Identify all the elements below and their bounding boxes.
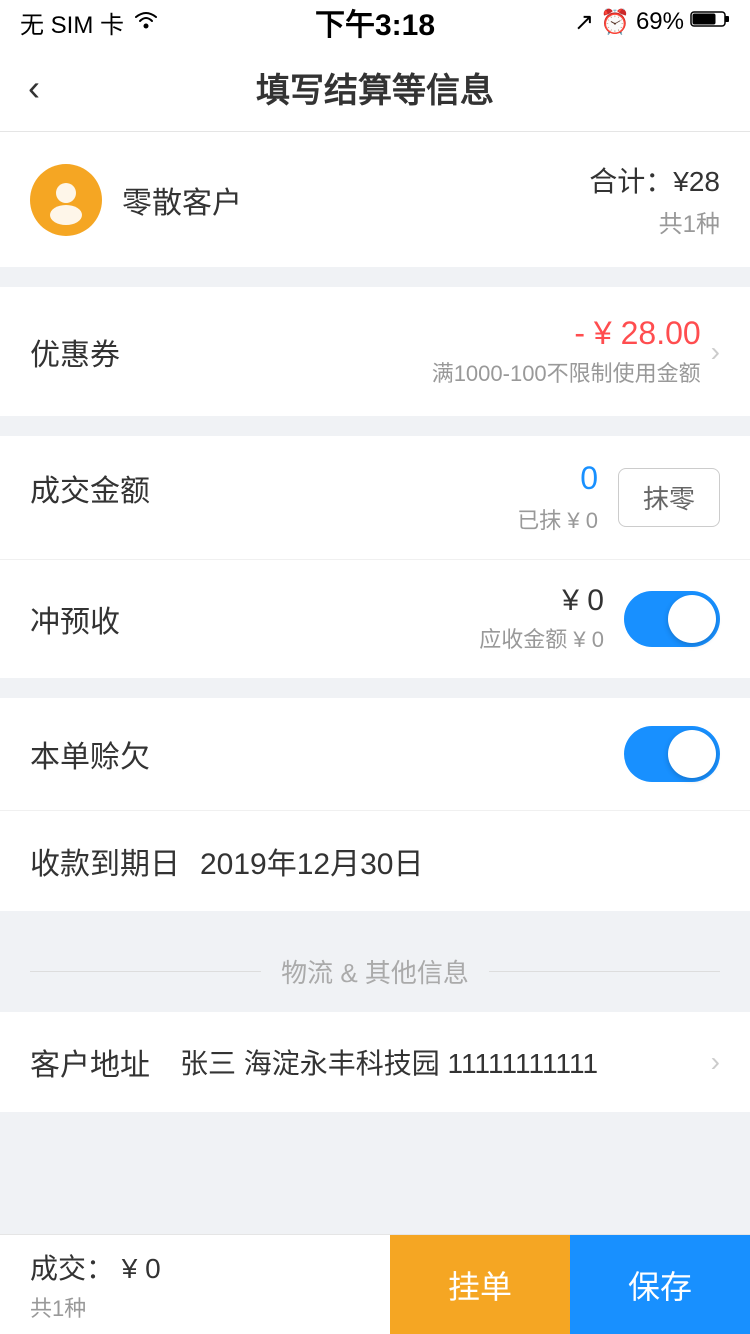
prepay-right: ¥ 0 应收金额 ¥ 0 bbox=[479, 584, 720, 654]
amount-right: 0 已抹 ¥ 0 抹零 bbox=[517, 460, 720, 535]
debit-toggle-knob bbox=[668, 730, 716, 778]
address-row[interactable]: 客户地址 张三 海淀永丰科技园 11111111111 › bbox=[0, 1012, 750, 1112]
coupon-row[interactable]: 优惠券 - ¥ 28.00 满1000-100不限制使用金额 › bbox=[0, 287, 750, 416]
toggle-knob bbox=[668, 595, 716, 643]
nav-title: 填写结算等信息 bbox=[256, 63, 494, 112]
amount-label: 成交金额 bbox=[30, 460, 150, 510]
back-button[interactable]: ‹ bbox=[28, 67, 40, 109]
due-date-label: 收款到期日 bbox=[30, 839, 180, 883]
divider-line-left bbox=[30, 971, 261, 972]
transaction-section: 成交金额 0 已抹 ¥ 0 抹零 冲预收 ¥ 0 应收金额 ¥ 0 bbox=[0, 436, 750, 678]
total-count: 共1种 bbox=[589, 204, 720, 239]
customer-card: 零散客户 合计：¥28 共1种 bbox=[0, 132, 750, 267]
prepay-sub: 应收金额 ¥ 0 bbox=[479, 622, 604, 654]
amount-row: 成交金额 0 已抹 ¥ 0 抹零 bbox=[0, 436, 750, 560]
wifi-icon bbox=[132, 8, 160, 36]
logistics-divider-text: 物流 & 其他信息 bbox=[281, 953, 469, 990]
coupon-label: 优惠券 bbox=[30, 330, 120, 374]
due-date-value: 2019年12月30日 bbox=[200, 839, 423, 883]
coupon-right: - ¥ 28.00 满1000-100不限制使用金额 › bbox=[432, 315, 720, 388]
prepay-amount: ¥ 0 bbox=[479, 584, 604, 618]
address-chevron-icon: › bbox=[711, 1046, 720, 1078]
status-bar: 无 SIM 卡 下午3:18 ↗ ⏰ 69% bbox=[0, 0, 750, 44]
bottom-bar: 成交： ¥ 0 共1种 挂单 保存 bbox=[0, 1234, 750, 1334]
customer-summary: 合计：¥28 共1种 bbox=[589, 160, 720, 239]
alarm-icon: ⏰ bbox=[600, 8, 630, 37]
prepay-row: 冲预收 ¥ 0 应收金额 ¥ 0 bbox=[0, 560, 750, 678]
bottom-count: 共1种 bbox=[30, 1291, 360, 1323]
battery-icon bbox=[690, 8, 730, 36]
coupon-discount: - ¥ 28.00 bbox=[432, 315, 701, 352]
prepay-value-block: ¥ 0 应收金额 ¥ 0 bbox=[479, 584, 604, 654]
prepay-toggle[interactable] bbox=[624, 591, 720, 647]
coupon-value-block: - ¥ 28.00 满1000-100不限制使用金额 bbox=[432, 315, 701, 388]
coupon-card[interactable]: 优惠券 - ¥ 28.00 满1000-100不限制使用金额 › bbox=[0, 287, 750, 416]
logistics-divider: 物流 & 其他信息 bbox=[0, 931, 750, 1012]
location-icon: ↗ bbox=[574, 8, 594, 37]
debit-section: 本单赊欠 收款到期日 2019年12月30日 bbox=[0, 698, 750, 911]
status-left: 无 SIM 卡 bbox=[20, 5, 160, 40]
total-amount: 合计：¥28 bbox=[589, 160, 720, 200]
round-button[interactable]: 抹零 bbox=[618, 468, 720, 527]
debit-toggle[interactable] bbox=[624, 726, 720, 782]
status-time: 下午3:18 bbox=[315, 0, 435, 44]
customer-row: 零散客户 合计：¥28 共1种 bbox=[0, 132, 750, 267]
coupon-desc: 满1000-100不限制使用金额 bbox=[432, 356, 701, 388]
amount-sub: 已抹 ¥ 0 bbox=[517, 503, 598, 535]
deal-amount: ¥ 0 bbox=[122, 1253, 161, 1284]
debit-row: 本单赊欠 bbox=[0, 698, 750, 811]
battery-text: 69% bbox=[636, 8, 684, 36]
bottom-deal: 成交： ¥ 0 bbox=[30, 1247, 360, 1287]
bottom-buttons: 挂单 保存 bbox=[390, 1235, 750, 1334]
customer-left: 零散客户 bbox=[30, 164, 242, 236]
status-right: ↗ ⏰ 69% bbox=[574, 8, 730, 37]
divider-line-right bbox=[489, 971, 720, 972]
no-sim-text: 无 SIM 卡 bbox=[20, 5, 124, 40]
nav-bar: ‹ 填写结算等信息 bbox=[0, 44, 750, 132]
address-label: 客户地址 bbox=[30, 1040, 150, 1084]
address-value: 张三 海淀永丰科技园 11111111111 bbox=[180, 1042, 701, 1082]
due-date-row[interactable]: 收款到期日 2019年12月30日 bbox=[0, 811, 750, 911]
debit-label: 本单赊欠 bbox=[30, 732, 150, 776]
coupon-chevron-icon: › bbox=[711, 336, 720, 368]
save-button[interactable]: 保存 bbox=[570, 1235, 750, 1334]
customer-name: 零散客户 bbox=[122, 178, 242, 222]
amount-input-block: 0 已抹 ¥ 0 bbox=[517, 460, 598, 535]
prepay-label: 冲预收 bbox=[30, 597, 120, 641]
bottom-summary: 成交： ¥ 0 共1种 bbox=[0, 1247, 390, 1323]
deal-label: 成交： bbox=[30, 1253, 114, 1284]
amount-value[interactable]: 0 bbox=[517, 460, 598, 497]
customer-avatar bbox=[30, 164, 102, 236]
pending-button[interactable]: 挂单 bbox=[390, 1235, 570, 1334]
address-section: 客户地址 张三 海淀永丰科技园 11111111111 › bbox=[0, 1012, 750, 1112]
